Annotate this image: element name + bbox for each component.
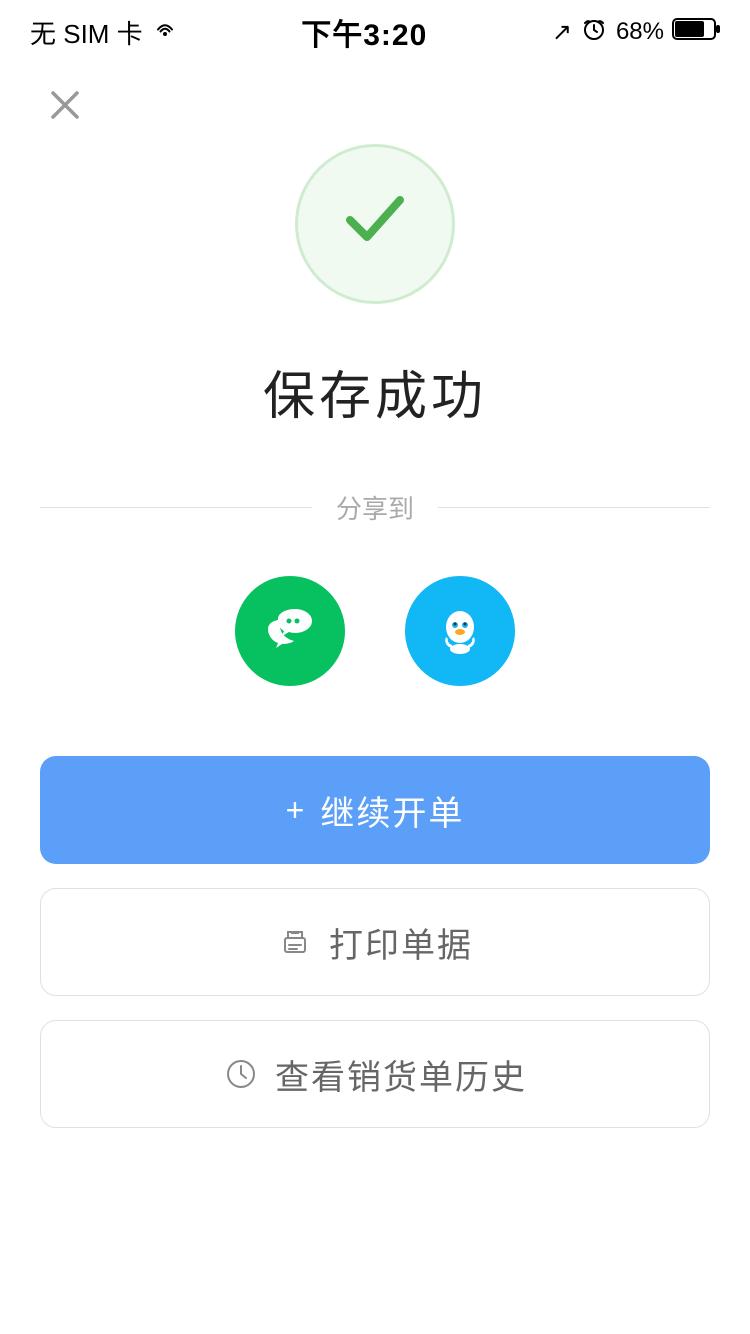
battery-icon bbox=[672, 16, 720, 49]
carrier-text: 无 SIM 卡 bbox=[30, 14, 143, 51]
share-icons-container bbox=[235, 576, 515, 686]
wechat-share-button[interactable] bbox=[235, 576, 345, 686]
sim-icon bbox=[153, 17, 177, 48]
continue-order-label: 继续开单 bbox=[320, 786, 464, 835]
printer-icon bbox=[277, 924, 313, 960]
continue-order-button[interactable]: + 继续开单 bbox=[40, 756, 710, 864]
plus-icon: + bbox=[286, 792, 305, 829]
success-icon-circle bbox=[295, 144, 455, 304]
status-bar: 无 SIM 卡 下午3:20 ↗ 68% bbox=[0, 0, 750, 64]
print-receipt-label: 打印单据 bbox=[329, 918, 473, 967]
action-buttons-container: + 继续开单 打印单据 bbox=[0, 756, 750, 1128]
view-history-button[interactable]: 查看销货单历史 bbox=[40, 1020, 710, 1128]
alarm-icon bbox=[580, 15, 608, 50]
divider-line-left bbox=[40, 507, 312, 508]
share-divider: 分享到 bbox=[0, 489, 750, 526]
clock-icon bbox=[223, 1056, 259, 1092]
main-content: 保存成功 分享到 bbox=[0, 64, 750, 1128]
print-receipt-button[interactable]: 打印单据 bbox=[40, 888, 710, 996]
success-title: 保存成功 bbox=[263, 354, 487, 429]
checkmark-icon bbox=[335, 178, 415, 271]
close-button[interactable] bbox=[40, 80, 90, 130]
divider-line-right bbox=[438, 507, 710, 508]
location-icon: ↗ bbox=[552, 18, 572, 47]
status-left: 无 SIM 卡 bbox=[30, 14, 177, 51]
status-right: ↗ 68% bbox=[552, 15, 720, 50]
divider-text: 分享到 bbox=[312, 489, 438, 526]
battery-percent: 68% bbox=[616, 18, 664, 46]
status-time: 下午3:20 bbox=[301, 10, 427, 54]
qq-share-button[interactable] bbox=[405, 576, 515, 686]
view-history-label: 查看销货单历史 bbox=[275, 1050, 527, 1099]
